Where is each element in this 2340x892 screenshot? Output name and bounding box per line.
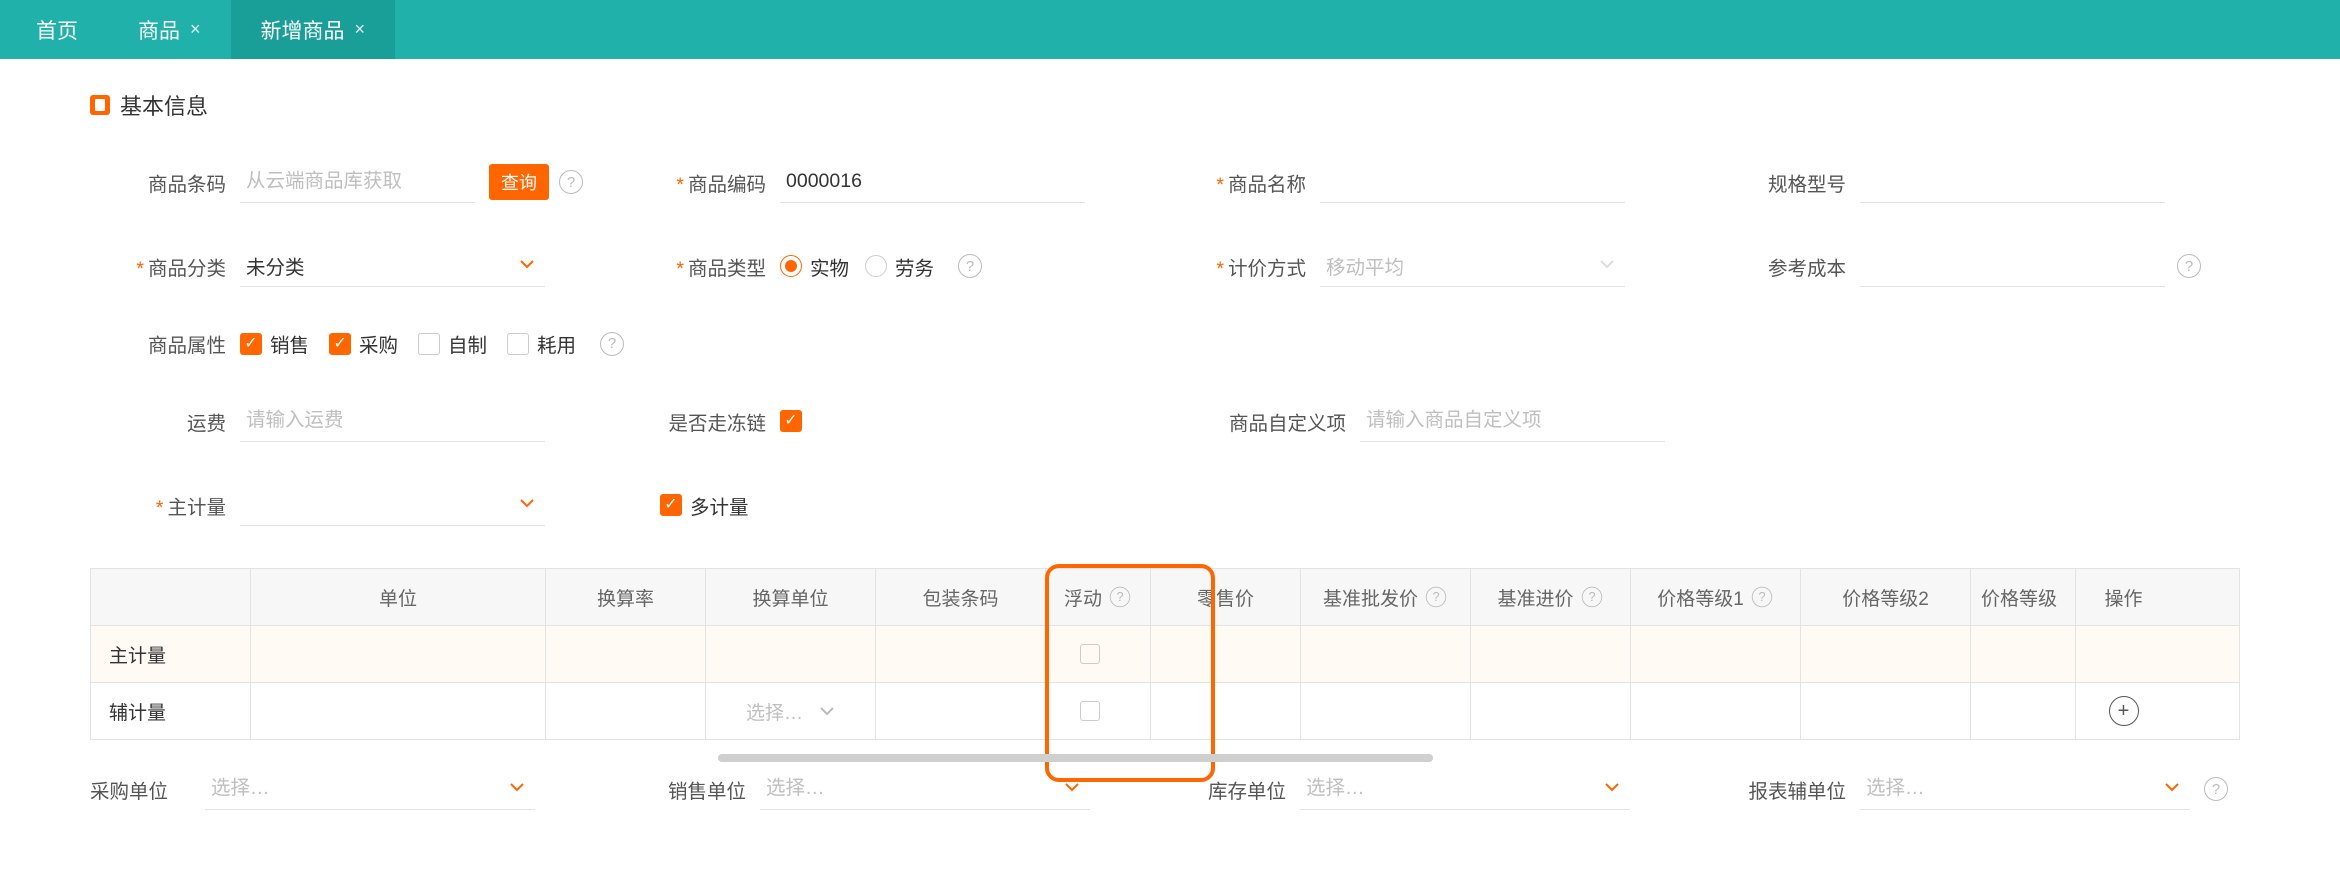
help-icon[interactable]: ? [2177, 254, 2201, 278]
chevron-down-icon [819, 703, 835, 719]
mainunit-select[interactable] [240, 484, 545, 526]
category-select[interactable] [240, 245, 545, 287]
label-category: 商品分类 [90, 252, 240, 281]
top-tab-bar: 首页 商品× 新增商品× [0, 0, 2340, 59]
help-icon[interactable]: ? [958, 254, 982, 278]
th-level1: 价格等级1? [1631, 569, 1801, 625]
checkbox-coldchain[interactable] [780, 410, 802, 432]
section-title: 基本信息 [90, 89, 2310, 121]
th-retail: 零售价 [1151, 569, 1301, 625]
close-icon[interactable]: × [355, 19, 366, 40]
label-name: 商品名称 [1170, 168, 1320, 197]
label-pricing: 计价方式 [1170, 252, 1320, 281]
code-input[interactable] [780, 161, 1085, 203]
label-attr: 商品属性 [90, 329, 240, 358]
th-rate: 换算率 [546, 569, 706, 625]
convunit-select[interactable]: 选择… [746, 698, 835, 725]
label-spec: 规格型号 [1710, 168, 1860, 197]
freight-input[interactable] [240, 400, 545, 442]
th-level2: 价格等级2 [1801, 569, 1971, 625]
refcost-input[interactable] [1860, 245, 2165, 287]
th-action: 操作 [2076, 569, 2171, 625]
help-icon[interactable]: ? [1110, 587, 1130, 607]
label-refcost: 参考成本 [1710, 252, 1860, 281]
tab-home[interactable]: 首页 [6, 0, 108, 59]
reportunit-select[interactable] [1860, 768, 2190, 810]
label-barcode: 商品条码 [90, 168, 240, 197]
label-code: 商品编码 [630, 168, 780, 197]
customfield-input[interactable] [1360, 400, 1665, 442]
unit-table: 单位 换算率 换算单位 包装条码 浮动? 零售价 基准批发价? 基准进价? 价格… [90, 568, 2240, 740]
checkbox-sale[interactable]: 销售 [240, 329, 309, 358]
salesunit-select[interactable] [760, 768, 1090, 810]
label-type: 商品类型 [630, 252, 780, 281]
section-icon [90, 95, 110, 115]
label-freight: 运费 [90, 407, 240, 436]
tab-new-product[interactable]: 新增商品× [231, 0, 396, 59]
label-mainunit: 主计量 [90, 491, 240, 520]
help-icon[interactable]: ? [1581, 587, 1601, 607]
row-label-main: 主计量 [91, 626, 251, 682]
radio-service[interactable]: 劳务 [865, 252, 934, 281]
th-unit: 单位 [251, 569, 546, 625]
th-convunit: 换算单位 [706, 569, 876, 625]
th-purchase: 基准进价? [1471, 569, 1631, 625]
horizontal-scrollbar[interactable] [718, 754, 1433, 762]
help-icon[interactable]: ? [559, 170, 583, 194]
checkbox-selfmade[interactable]: 自制 [418, 329, 487, 358]
label-reportunit: 报表辅单位 [1710, 775, 1860, 804]
label-coldchain: 是否走冻链 [630, 407, 780, 436]
checkbox-multiunit[interactable]: 多计量 [660, 491, 749, 520]
stockunit-select[interactable] [1300, 768, 1630, 810]
tab-products[interactable]: 商品× [108, 0, 231, 59]
barcode-input[interactable] [240, 161, 475, 203]
th-leveltail: 价格等级 [1971, 569, 2076, 625]
label-stockunit: 库存单位 [1170, 775, 1300, 804]
radio-physical[interactable]: 实物 [780, 252, 849, 281]
label-customfield: 商品自定义项 [1170, 407, 1360, 436]
purchaseunit-select[interactable] [205, 768, 535, 810]
checkbox-purchase[interactable]: 采购 [329, 329, 398, 358]
pricing-select[interactable] [1320, 245, 1625, 287]
help-icon[interactable]: ? [1426, 587, 1446, 607]
row-label-aux: 辅计量 [91, 683, 251, 739]
checkbox-consume[interactable]: 耗用 [507, 329, 576, 358]
th-packbarcode: 包装条码 [876, 569, 1046, 625]
checkbox-float[interactable] [1080, 701, 1100, 721]
query-button[interactable]: 查询 [489, 164, 549, 200]
label-salesunit: 销售单位 [630, 775, 760, 804]
close-icon[interactable]: × [190, 19, 201, 40]
help-icon[interactable]: ? [1752, 587, 1772, 607]
th-float: 浮动? [1046, 569, 1151, 625]
table-row[interactable]: 主计量 [91, 625, 2239, 682]
help-icon[interactable]: ? [2204, 777, 2228, 801]
table-row[interactable]: 辅计量 选择… + [91, 682, 2239, 739]
add-row-button[interactable]: + [2109, 696, 2139, 726]
label-purchaseunit: 采购单位 [90, 775, 205, 804]
name-input[interactable] [1320, 161, 1625, 203]
th-wholesale: 基准批发价? [1301, 569, 1471, 625]
spec-input[interactable] [1860, 161, 2165, 203]
help-icon[interactable]: ? [600, 332, 624, 356]
checkbox-float[interactable] [1080, 644, 1100, 664]
